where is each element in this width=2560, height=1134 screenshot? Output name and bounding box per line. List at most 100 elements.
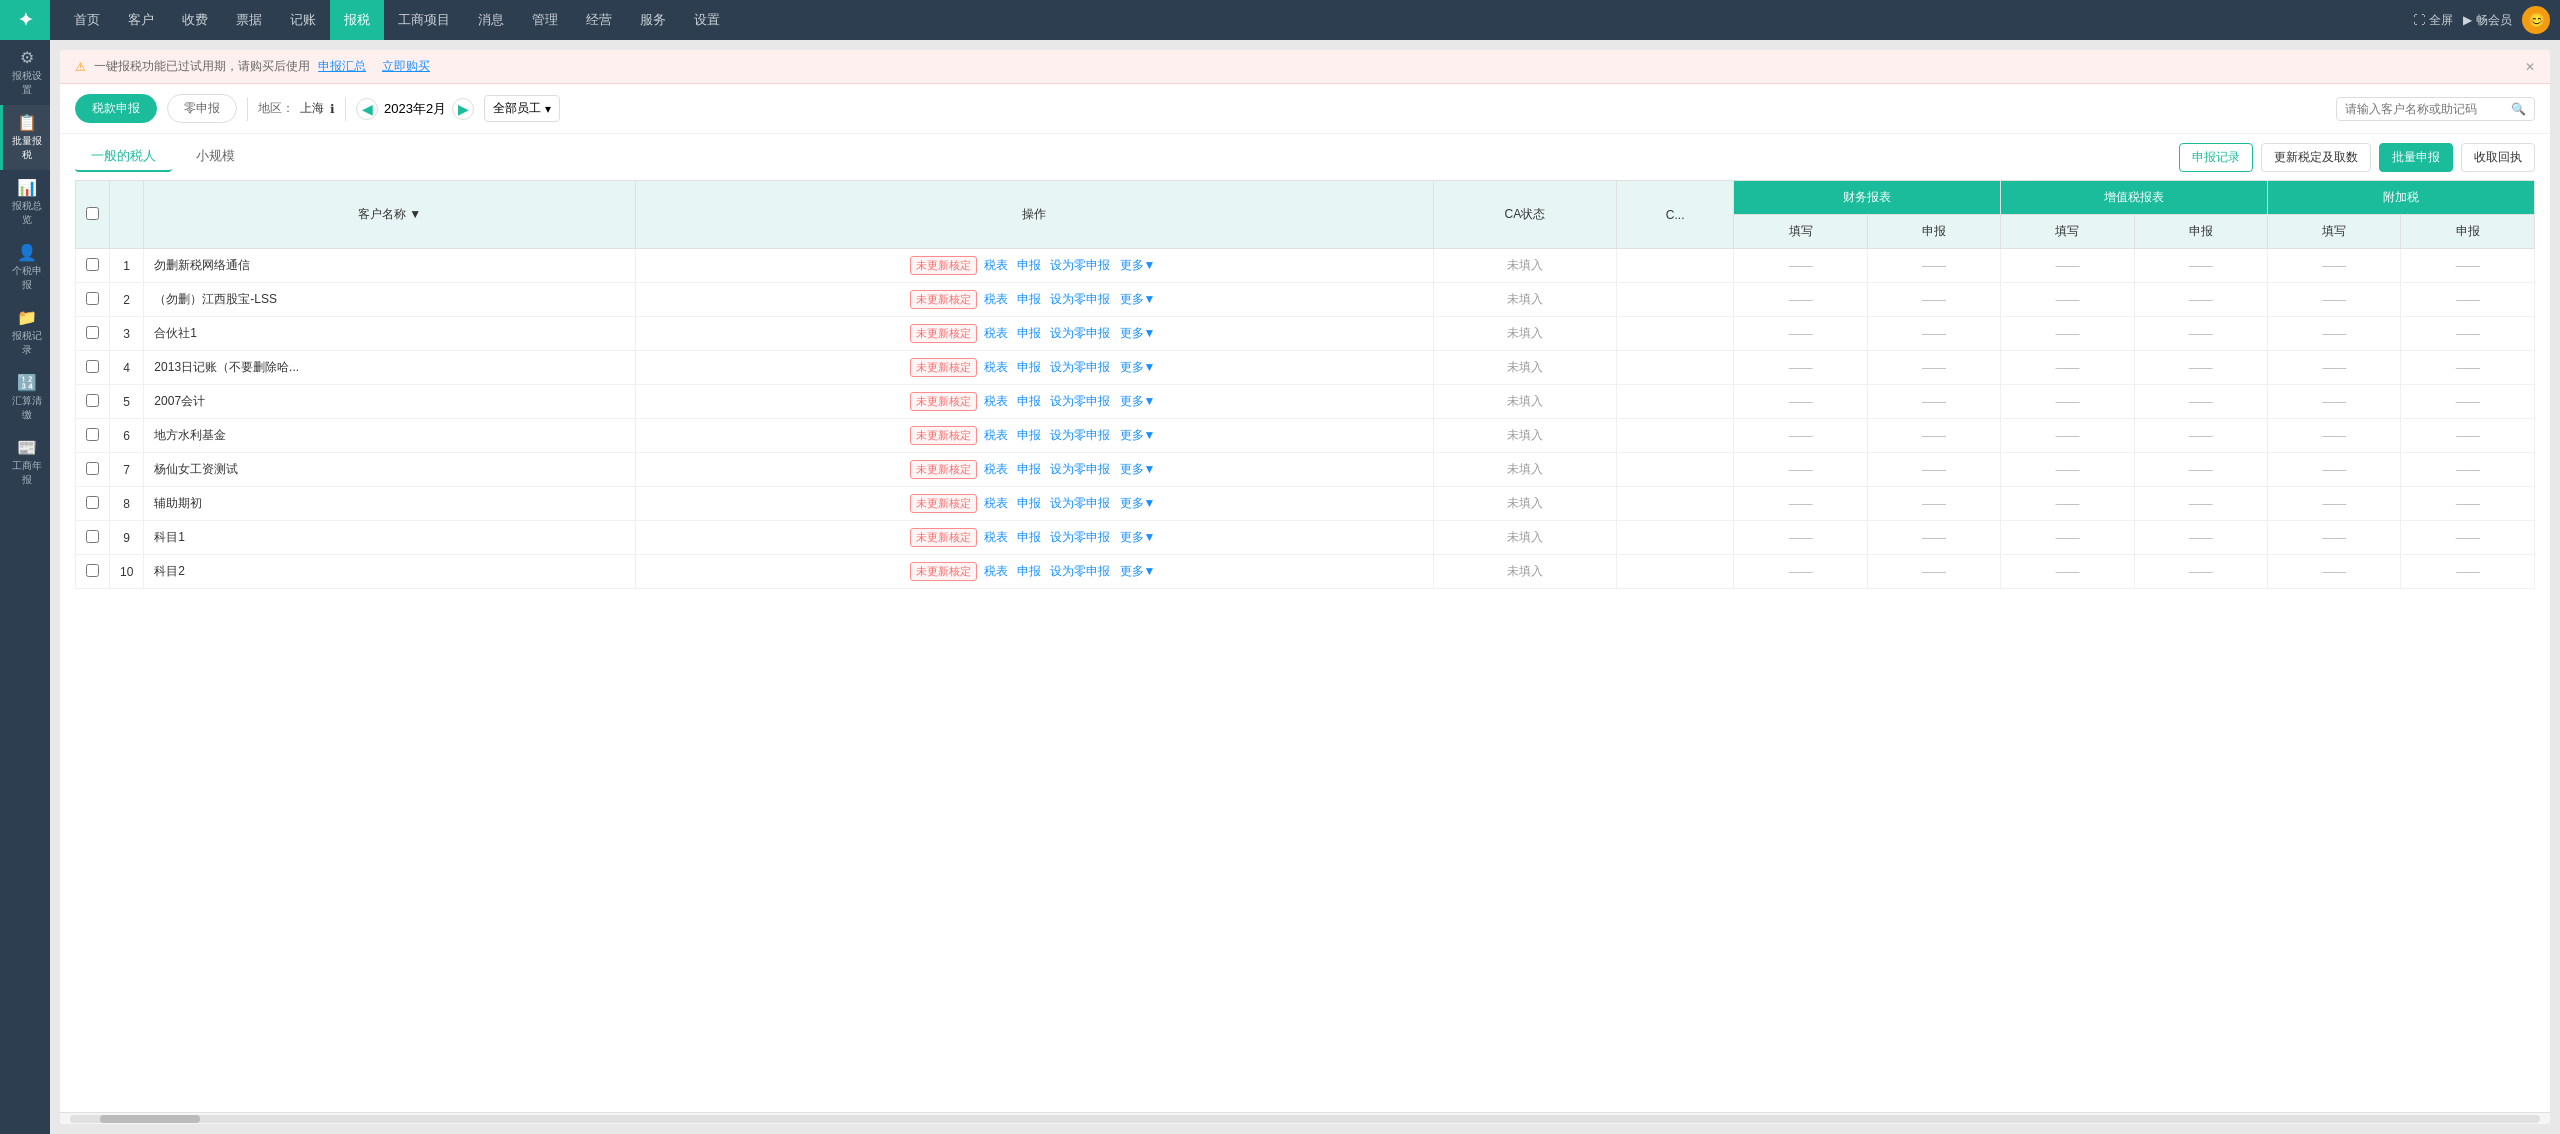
row-checkbox[interactable]	[86, 462, 99, 475]
op-btn-1[interactable]: 申报	[1017, 496, 1041, 510]
batch-declare-button[interactable]: 批量申报	[2379, 143, 2453, 172]
op-btn-2[interactable]: 设为零申报	[1050, 428, 1110, 442]
sidebar-item-tax-overview[interactable]: 📊 报税总览	[0, 170, 50, 235]
sidebar-item-tax-settings[interactable]: ⚙ 报税设置	[0, 40, 50, 105]
op-btn-2[interactable]: 设为零申报	[1050, 292, 1110, 306]
nav-operations[interactable]: 经营	[572, 0, 626, 40]
op-btn-1[interactable]: 申报	[1017, 428, 1041, 442]
op-btn-0[interactable]: 税表	[984, 326, 1008, 340]
notice-link-buy[interactable]: 立即购买	[382, 58, 430, 75]
op-btn-0[interactable]: 税表	[984, 292, 1008, 306]
op-btn-0[interactable]: 税表	[984, 496, 1008, 510]
fullscreen-button[interactable]: ⛶ 全屏	[2413, 12, 2453, 29]
employee-filter-dropdown[interactable]: 全部员工 ▾	[484, 95, 560, 122]
avatar-icon: 😊	[2528, 12, 2545, 28]
op-btn-3[interactable]: 更多▼	[1120, 258, 1156, 272]
op-btn-2[interactable]: 设为零申报	[1050, 496, 1110, 510]
nav-home[interactable]: 首页	[60, 0, 114, 40]
user-avatar[interactable]: 😊	[2522, 6, 2550, 34]
sidebar-item-business-annual[interactable]: 📰 工商年报	[0, 430, 50, 495]
nav-management[interactable]: 管理	[518, 0, 572, 40]
op-btn-2[interactable]: 设为零申报	[1050, 564, 1110, 578]
op-btn-3[interactable]: 更多▼	[1120, 462, 1156, 476]
nav-settings[interactable]: 设置	[680, 0, 734, 40]
op-btn-0[interactable]: 税表	[984, 360, 1008, 374]
retrieve-return-button[interactable]: 收取回执	[2461, 143, 2535, 172]
search-input[interactable]	[2345, 102, 2505, 116]
op-btn-2[interactable]: 设为零申报	[1050, 394, 1110, 408]
op-btn-2[interactable]: 设为零申报	[1050, 530, 1110, 544]
op-btn-3[interactable]: 更多▼	[1120, 394, 1156, 408]
op-btn-1[interactable]: 申报	[1017, 462, 1041, 476]
op-btn-1[interactable]: 申报	[1017, 564, 1041, 578]
update-tax-button[interactable]: 更新税定及取数	[2261, 143, 2371, 172]
op-btn-1[interactable]: 申报	[1017, 530, 1041, 544]
sidebar-item-personal-tax[interactable]: 👤 个税申报	[0, 235, 50, 300]
row-checkbox[interactable]	[86, 496, 99, 509]
notice-link-summary[interactable]: 申报汇总	[318, 58, 366, 75]
row-fin-declare: ——	[1867, 351, 2000, 385]
data-table-container[interactable]: 客户名称 ▼ 操作 CA状态 C... 财务报表 增值税报表 附加税 填写	[60, 180, 2550, 1112]
notice-close-button[interactable]: ✕	[2525, 60, 2535, 74]
op-btn-1[interactable]: 申报	[1017, 258, 1041, 272]
op-btn-0[interactable]: 税表	[984, 462, 1008, 476]
search-icon[interactable]: 🔍	[2511, 102, 2526, 116]
nav-service[interactable]: 服务	[626, 0, 680, 40]
op-btn-2[interactable]: 设为零申报	[1050, 462, 1110, 476]
date-prev-button[interactable]: ◀	[356, 98, 378, 120]
op-btn-0[interactable]: 税表	[984, 564, 1008, 578]
row-checkbox[interactable]	[86, 428, 99, 441]
op-btn-1[interactable]: 申报	[1017, 326, 1041, 340]
sidebar-item-calc-clear[interactable]: 🔢 汇算清缴	[0, 365, 50, 430]
date-next-button[interactable]: ▶	[452, 98, 474, 120]
op-btn-3[interactable]: 更多▼	[1120, 292, 1156, 306]
tax-settings-icon: ⚙	[20, 48, 34, 67]
tab-zero-declare[interactable]: 零申报	[167, 94, 237, 123]
declare-records-button[interactable]: 申报记录	[2179, 143, 2253, 172]
op-btn-2[interactable]: 设为零申报	[1050, 360, 1110, 374]
sidebar-item-batch-tax[interactable]: 📋 批量报税	[0, 105, 50, 170]
op-btn-1[interactable]: 申报	[1017, 360, 1041, 374]
nav-invoice[interactable]: 票据	[222, 0, 276, 40]
sidebar-item-tax-records[interactable]: 📁 报税记录	[0, 300, 50, 365]
op-btn-0[interactable]: 税表	[984, 428, 1008, 442]
op-btn-1[interactable]: 申报	[1017, 292, 1041, 306]
row-checkbox[interactable]	[86, 564, 99, 577]
tab-small-scale[interactable]: 小规模	[180, 142, 251, 172]
row-checkbox[interactable]	[86, 530, 99, 543]
sort-icon[interactable]: ▼	[409, 207, 421, 221]
nav-billing[interactable]: 收费	[168, 0, 222, 40]
nav-tax[interactable]: 报税	[330, 0, 384, 40]
row-ca-check	[1616, 283, 1734, 317]
op-btn-1[interactable]: 申报	[1017, 394, 1041, 408]
tab-general-taxpayer[interactable]: 一般的税人	[75, 142, 172, 172]
op-btn-0[interactable]: 税表	[984, 258, 1008, 272]
nav-client[interactable]: 客户	[114, 0, 168, 40]
op-btn-3[interactable]: 更多▼	[1120, 530, 1156, 544]
op-btn-2[interactable]: 设为零申报	[1050, 326, 1110, 340]
nav-message[interactable]: 消息	[464, 0, 518, 40]
op-btn-3[interactable]: 更多▼	[1120, 428, 1156, 442]
op-btn-3[interactable]: 更多▼	[1120, 496, 1156, 510]
row-checkbox[interactable]	[86, 258, 99, 271]
th-financial-report: 财务报表	[1734, 181, 2001, 215]
row-add-fill: ——	[2268, 453, 2401, 487]
row-client-name: 科目1	[144, 521, 635, 555]
op-btn-3[interactable]: 更多▼	[1120, 360, 1156, 374]
op-btn-3[interactable]: 更多▼	[1120, 326, 1156, 340]
tab-tax-declare[interactable]: 税款申报	[75, 94, 157, 123]
op-btn-0[interactable]: 税表	[984, 394, 1008, 408]
row-checkbox[interactable]	[86, 394, 99, 407]
row-checkbox[interactable]	[86, 326, 99, 339]
upgrade-button[interactable]: ▶ 畅会员	[2463, 12, 2512, 29]
op-btn-2[interactable]: 设为零申报	[1050, 258, 1110, 272]
nav-business[interactable]: 工商项目	[384, 0, 464, 40]
row-checkbox[interactable]	[86, 360, 99, 373]
scrollbar-thumb[interactable]	[100, 1115, 200, 1123]
nav-accounting[interactable]: 记账	[276, 0, 330, 40]
op-btn-0[interactable]: 税表	[984, 530, 1008, 544]
row-checkbox[interactable]	[86, 292, 99, 305]
op-btn-3[interactable]: 更多▼	[1120, 564, 1156, 578]
select-all-checkbox[interactable]	[86, 207, 99, 220]
horizontal-scrollbar[interactable]	[60, 1112, 2550, 1124]
